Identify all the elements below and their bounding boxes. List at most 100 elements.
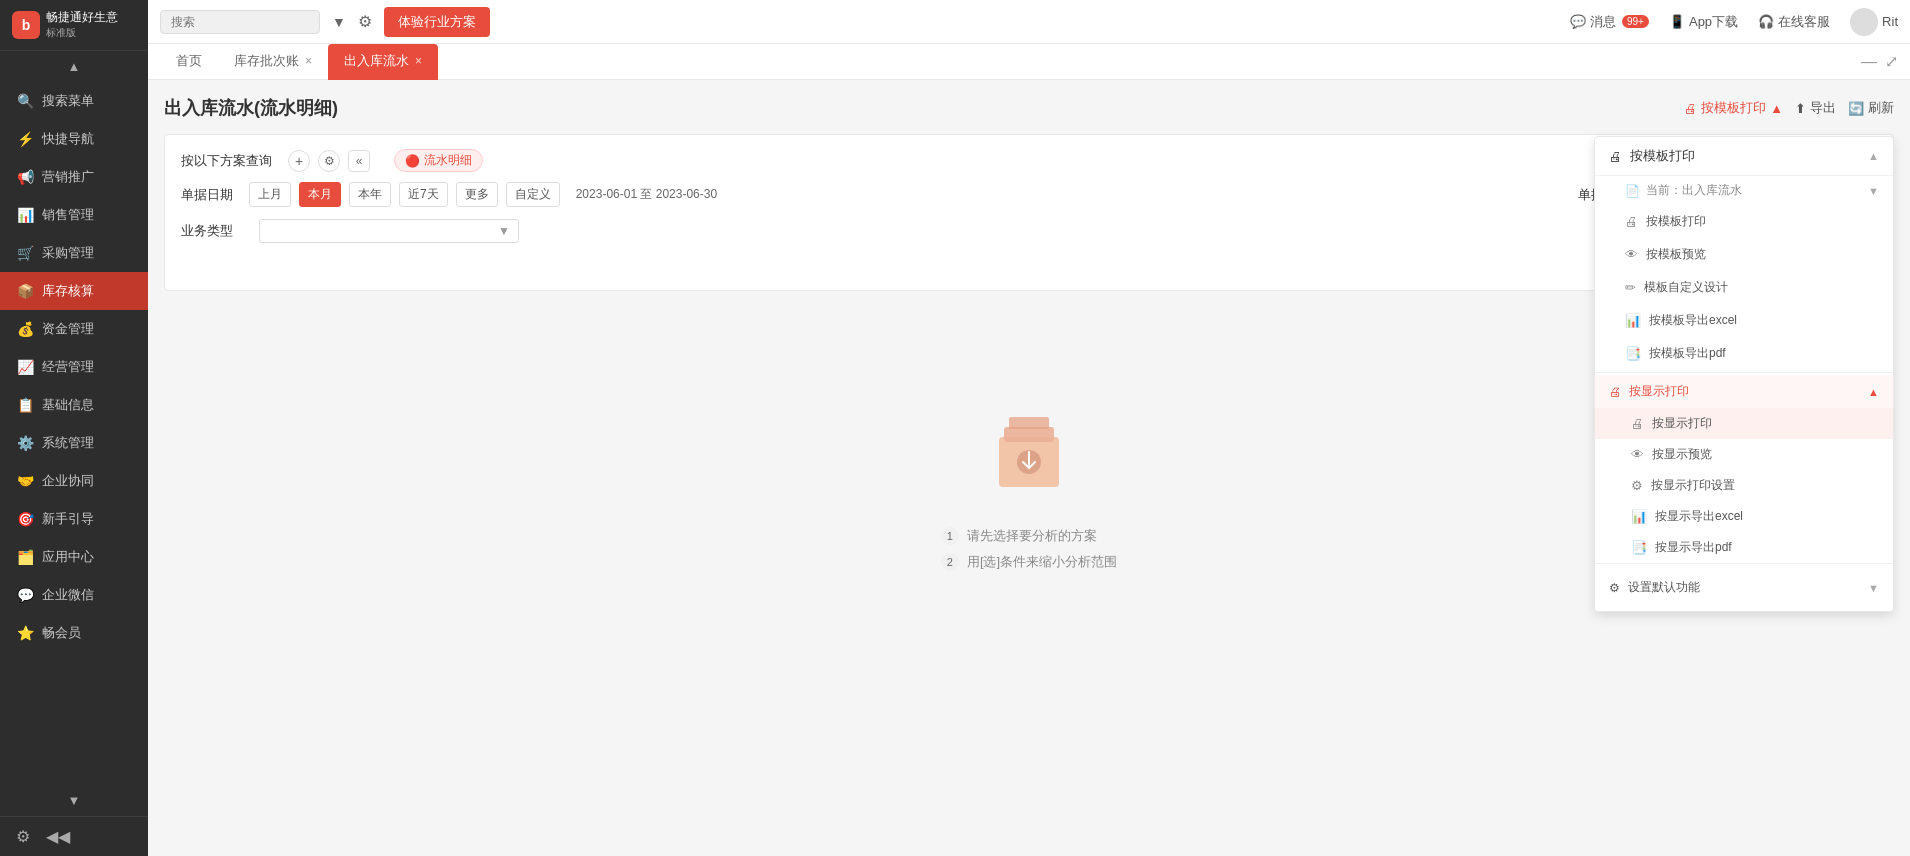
tabbar: 首页 库存批次账 × 出入库流水 × — ⤢ (148, 44, 1910, 80)
dropdown-header: 🖨 按模板打印 ▲ (1595, 137, 1893, 176)
template-custom-icon: ✏ (1625, 280, 1636, 295)
filter-tag-icon: 🔴 (405, 154, 420, 168)
sidebar-item-label: 新手引导 (42, 510, 94, 528)
sidebar-item-label: 快捷导航 (42, 130, 94, 148)
sidebar-item-appcenter[interactable]: 🗂️ 应用中心 (0, 538, 148, 576)
sidebar-item-guide[interactable]: 🎯 新手引导 (0, 500, 148, 538)
sidebar-scroll-up[interactable]: ▲ (66, 59, 82, 74)
date-btn-last-month[interactable]: 上月 (249, 182, 291, 207)
online-service-btn[interactable]: 🎧 在线客服 (1758, 13, 1830, 31)
template-print-item[interactable]: 🖨 按模板打印 (1595, 205, 1893, 238)
page-title-bar: 出入库流水(流水明细) 🖨 按模板打印 ▲ ⬆ 导出 🔄 刷新 (164, 96, 1894, 120)
date-btn-this-month[interactable]: 本月 (299, 182, 341, 207)
tab-home[interactable]: 首页 (160, 44, 218, 80)
print-btn[interactable]: 🖨 按模板打印 ▲ (1684, 99, 1783, 117)
sidebar: b 畅捷通好生意 标准版 ▲ 🔍 搜索菜单 ⚡ 快捷导航 📢 营销推广 📊 销售… (0, 0, 148, 856)
tab-flow-close[interactable]: × (415, 54, 422, 68)
dropdown-footer: ⚙ 设置默认功能 ▼ (1595, 563, 1893, 611)
app-logo-icon: b (12, 11, 40, 39)
business-type-select[interactable]: ▼ (259, 219, 519, 243)
purchase-icon: 🛒 (16, 244, 34, 262)
filter-settings-btn[interactable]: ⚙ (318, 150, 340, 172)
display-export-excel-item[interactable]: 📊 按显示导出excel (1595, 501, 1893, 532)
sidebar-item-operation[interactable]: 📈 经营管理 (0, 348, 148, 386)
display-print-settings-item[interactable]: ⚙ 按显示打印设置 (1595, 470, 1893, 501)
tab-batch[interactable]: 库存批次账 × (218, 44, 328, 80)
sidebar-collapse-icon[interactable]: ◀◀ (46, 827, 70, 846)
sidebar-item-marketing[interactable]: 📢 营销推广 (0, 158, 148, 196)
display-pdf-icon: 📑 (1631, 540, 1647, 555)
business-type-dropdown-icon: ▼ (498, 224, 510, 238)
app-title: 畅捷通好生意 (46, 10, 118, 26)
sidebar-item-finance[interactable]: 💰 资金管理 (0, 310, 148, 348)
sidebar-logo: b 畅捷通好生意 标准版 (0, 0, 148, 51)
chevron-up-icon: ▲ (1770, 101, 1783, 116)
sidebar-item-inventory[interactable]: 📦 库存核算 (0, 272, 148, 310)
sidebar-item-basic[interactable]: 📋 基础信息 (0, 386, 148, 424)
template-export-pdf-item[interactable]: 📑 按模板导出pdf (1595, 337, 1893, 370)
industry-btn[interactable]: 体验行业方案 (384, 7, 490, 37)
app-download-btn[interactable]: 📱 App下载 (1669, 13, 1738, 31)
topbar-gear-icon[interactable]: ⚙ (358, 12, 372, 31)
date-btn-custom[interactable]: 自定义 (506, 182, 560, 207)
set-default-item[interactable]: ⚙ 设置默认功能 ▼ (1609, 572, 1879, 603)
export-icon: ⬆ (1795, 101, 1806, 116)
search-icon: 🔍 (16, 92, 34, 110)
user-name: Rit (1882, 14, 1898, 29)
topbar-search-container[interactable] (160, 10, 320, 34)
sidebar-item-sales[interactable]: 📊 销售管理 (0, 196, 148, 234)
date-btn-this-year[interactable]: 本年 (349, 182, 391, 207)
filter-tag-flow[interactable]: 🔴 流水明细 (394, 149, 483, 172)
business-type-label: 业务类型 (181, 222, 233, 240)
refresh-btn[interactable]: 🔄 刷新 (1848, 99, 1894, 117)
message-badge: 99+ (1622, 15, 1649, 28)
tab-flow[interactable]: 出入库流水 × (328, 44, 438, 80)
topbar-dropdown-btn[interactable]: ▼ (332, 14, 346, 30)
tab-minimize-icon[interactable]: — (1861, 53, 1877, 71)
filter-collapse-btn[interactable]: « (348, 150, 370, 172)
user-avatar-btn[interactable]: Rit (1850, 8, 1898, 36)
tabbar-right: — ⤢ (1861, 52, 1898, 71)
sidebar-item-search[interactable]: 🔍 搜索菜单 (0, 82, 148, 120)
dropdown-header-left: 🖨 按模板打印 (1609, 147, 1695, 165)
template-custom-item[interactable]: ✏ 模板自定义设计 (1595, 271, 1893, 304)
template-export-excel-item[interactable]: 📊 按模板导出excel (1595, 304, 1893, 337)
sidebar-settings-icon[interactable]: ⚙ (16, 827, 30, 846)
svg-rect-1 (1004, 427, 1054, 442)
sidebar-item-wechat[interactable]: 💬 企业微信 (0, 576, 148, 614)
sidebar-item-system[interactable]: ⚙️ 系统管理 (0, 424, 148, 462)
sidebar-item-purchase[interactable]: 🛒 采购管理 (0, 234, 148, 272)
message-icon: 💬 (1570, 14, 1586, 29)
message-btn[interactable]: 💬 消息 99+ (1570, 13, 1649, 31)
search-input[interactable] (171, 15, 309, 29)
sidebar-item-quicknav[interactable]: ⚡ 快捷导航 (0, 120, 148, 158)
export-btn[interactable]: ⬆ 导出 (1795, 99, 1836, 117)
display-print-item[interactable]: 🖨 按显示打印 (1595, 408, 1893, 439)
date-btn-7days[interactable]: 近7天 (399, 182, 448, 207)
app-subtitle: 标准版 (46, 26, 118, 40)
excel-icon: 📊 (1625, 313, 1641, 328)
display-export-pdf-item[interactable]: 📑 按显示导出pdf (1595, 532, 1893, 563)
display-preview-item[interactable]: 👁 按显示预览 (1595, 439, 1893, 470)
sales-icon: 📊 (16, 206, 34, 224)
sidebar-item-label: 基础信息 (42, 396, 94, 414)
filter-add-btn[interactable]: + (288, 150, 310, 172)
tab-batch-close[interactable]: × (305, 54, 312, 68)
sidebar-scroll-down[interactable]: ▼ (66, 793, 82, 808)
dropdown-collapse-arrow[interactable]: ▲ (1868, 150, 1879, 162)
sidebar-item-cooperation[interactable]: 🤝 企业协同 (0, 462, 148, 500)
template-preview-item[interactable]: 👁 按模板预览 (1595, 238, 1893, 271)
set-default-arrow: ▼ (1868, 582, 1879, 594)
system-icon: ⚙️ (16, 434, 34, 452)
date-btn-more[interactable]: 更多 (456, 182, 498, 207)
print-dropdown: 🖨 按模板打印 ▲ 📄 当前：出入库流水 ▼ 🖨 按模板打印 👁 按模板预览 (1594, 136, 1894, 612)
sidebar-item-label: 搜索菜单 (42, 92, 94, 110)
sidebar-item-member[interactable]: ⭐ 畅会员 (0, 614, 148, 652)
tab-maximize-icon[interactable]: ⤢ (1885, 52, 1898, 71)
display-print-section[interactable]: 🖨 按显示打印 ▲ (1595, 375, 1893, 408)
date-label: 单据日期 (181, 186, 233, 204)
member-icon: ⭐ (16, 624, 34, 642)
inventory-icon: 📦 (16, 282, 34, 300)
hint-item-1: 1 请先选择要分析的方案 (941, 527, 1117, 545)
template-print-icon: 🖨 (1625, 214, 1638, 229)
